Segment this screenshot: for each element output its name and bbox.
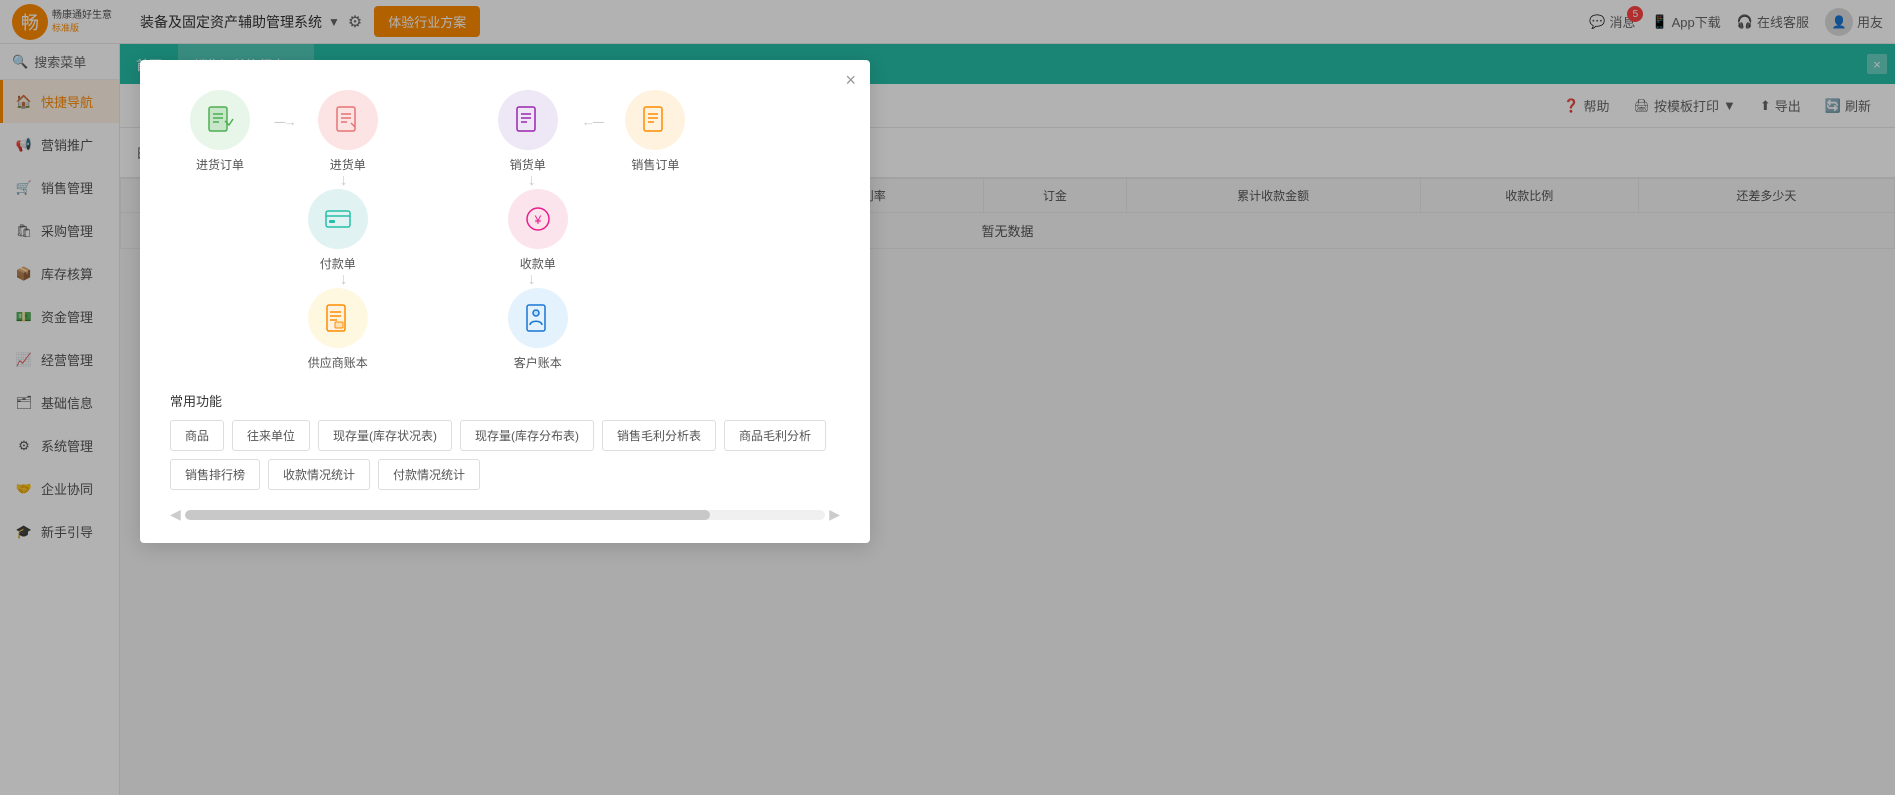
purchase-receipt-label: 进货单: [330, 156, 366, 173]
scroll-right-icon[interactable]: ▶: [829, 506, 840, 523]
customer-account-circle: [508, 288, 568, 348]
flow-row-2: 付款单: [288, 189, 388, 272]
flow-node-purchase-receipt[interactable]: 进货单: [298, 90, 398, 173]
func-btn-1[interactable]: 往来单位: [232, 420, 310, 451]
supplier-account-circle: [308, 288, 368, 348]
flow-node-supplier-account[interactable]: 供应商账本: [288, 288, 388, 371]
flow-node-payment[interactable]: 付款单: [288, 189, 388, 272]
arrow-down-payment: ↓: [340, 173, 348, 189]
flow-node-purchase-order[interactable]: 进货订单: [170, 90, 270, 173]
func-btn-5[interactable]: 商品毛利分析: [724, 420, 826, 451]
svg-text:¥: ¥: [533, 213, 541, 227]
sales-order-circle: [625, 90, 685, 150]
purchase-order-label: 进货订单: [196, 156, 244, 173]
scrollbar-thumb: [185, 510, 710, 520]
sales-invoice-circle: [498, 90, 558, 150]
flow-node-sales-invoice[interactable]: 销货单: [478, 90, 578, 173]
func-btn-3[interactable]: 现存量(库存分布表): [460, 420, 594, 451]
func-btn-2[interactable]: 现存量(库存状况表): [318, 420, 452, 451]
app-wrapper: 畅 畅康通好生意标准版 装备及固定资产辅助管理系统 ▼ ⚙ 体验行业方案 💬 消…: [0, 0, 1895, 795]
flow-row-r1: 销货单 ← - - - - - 销售订单: [478, 90, 706, 173]
arrow-down-customer: ↓: [528, 272, 536, 288]
purchase-receipt-circle: [318, 90, 378, 150]
sales-invoice-label: 销货单: [510, 156, 546, 173]
modal-scrollbar-area: ◀ ▶: [170, 506, 840, 523]
func-btn-4[interactable]: 销售毛利分析表: [602, 420, 716, 451]
func-btn-6[interactable]: 销售排行榜: [170, 459, 260, 490]
flow-node-sales-order[interactable]: 销售订单: [605, 90, 705, 173]
receipt-circle: ¥: [508, 189, 568, 249]
payment-label: 付款单: [320, 255, 356, 272]
arrow-down-supplier: ↓: [340, 272, 348, 288]
supplier-account-label: 供应商账本: [308, 354, 368, 371]
purchase-order-circle: [190, 90, 250, 150]
scroll-left-icon[interactable]: ◀: [170, 506, 181, 523]
func-btn-7[interactable]: 收款情况统计: [268, 459, 370, 490]
arrow-down-receipt: ↓: [528, 173, 536, 189]
right-flow-col: 销货单 ← - - - - - 销售订单: [478, 90, 706, 371]
arrow-left-1: ← - - - - -: [578, 114, 606, 129]
arrow-right-1: - - - - - →: [270, 114, 298, 129]
payment-circle: [308, 189, 368, 249]
sales-order-label: 销售订单: [631, 156, 679, 173]
flow-node-customer-account[interactable]: 客户账本: [488, 288, 588, 371]
quick-nav-modal: × 进货订单: [140, 60, 870, 543]
scrollbar-track[interactable]: [185, 510, 825, 520]
customer-account-label: 客户账本: [514, 354, 562, 371]
flow-diagram: 进货订单 - - - - - → 进货单: [170, 90, 840, 371]
flow-row-r2: ¥ 收款单: [488, 189, 588, 272]
flow-node-receipt[interactable]: ¥ 收款单: [488, 189, 588, 272]
common-functions-title: 常用功能: [170, 391, 840, 410]
main-area: 🔍 搜索菜单 🏠 快捷导航 📢 营销推广 🛒 销售管理 🛍 采购管理 📦: [0, 44, 1895, 795]
flow-row-r3: 客户账本: [488, 288, 588, 371]
func-btn-0[interactable]: 商品: [170, 420, 224, 451]
receipt-label: 收款单: [520, 255, 556, 272]
func-btn-8[interactable]: 付款情况统计: [378, 459, 480, 490]
modal-close-button[interactable]: ×: [845, 70, 856, 91]
func-buttons-row: 商品往来单位现存量(库存状况表) 现存量(库存分布表) 销售毛利分析表商品毛利分析销…: [170, 420, 840, 490]
flow-row-3: 供应商账本: [288, 288, 388, 371]
flow-row-1: 进货订单 - - - - - → 进货单: [170, 90, 398, 173]
common-functions: 常用功能 商品往来单位现存量(库存状况表) 现存量(库存分布表) 销售毛利分析表商品…: [170, 391, 840, 490]
content-area: 首页 销售订单执行表 × × ❓ 帮助: [120, 44, 1895, 795]
left-flow-col: 进货订单 - - - - - → 进货单: [170, 90, 398, 371]
